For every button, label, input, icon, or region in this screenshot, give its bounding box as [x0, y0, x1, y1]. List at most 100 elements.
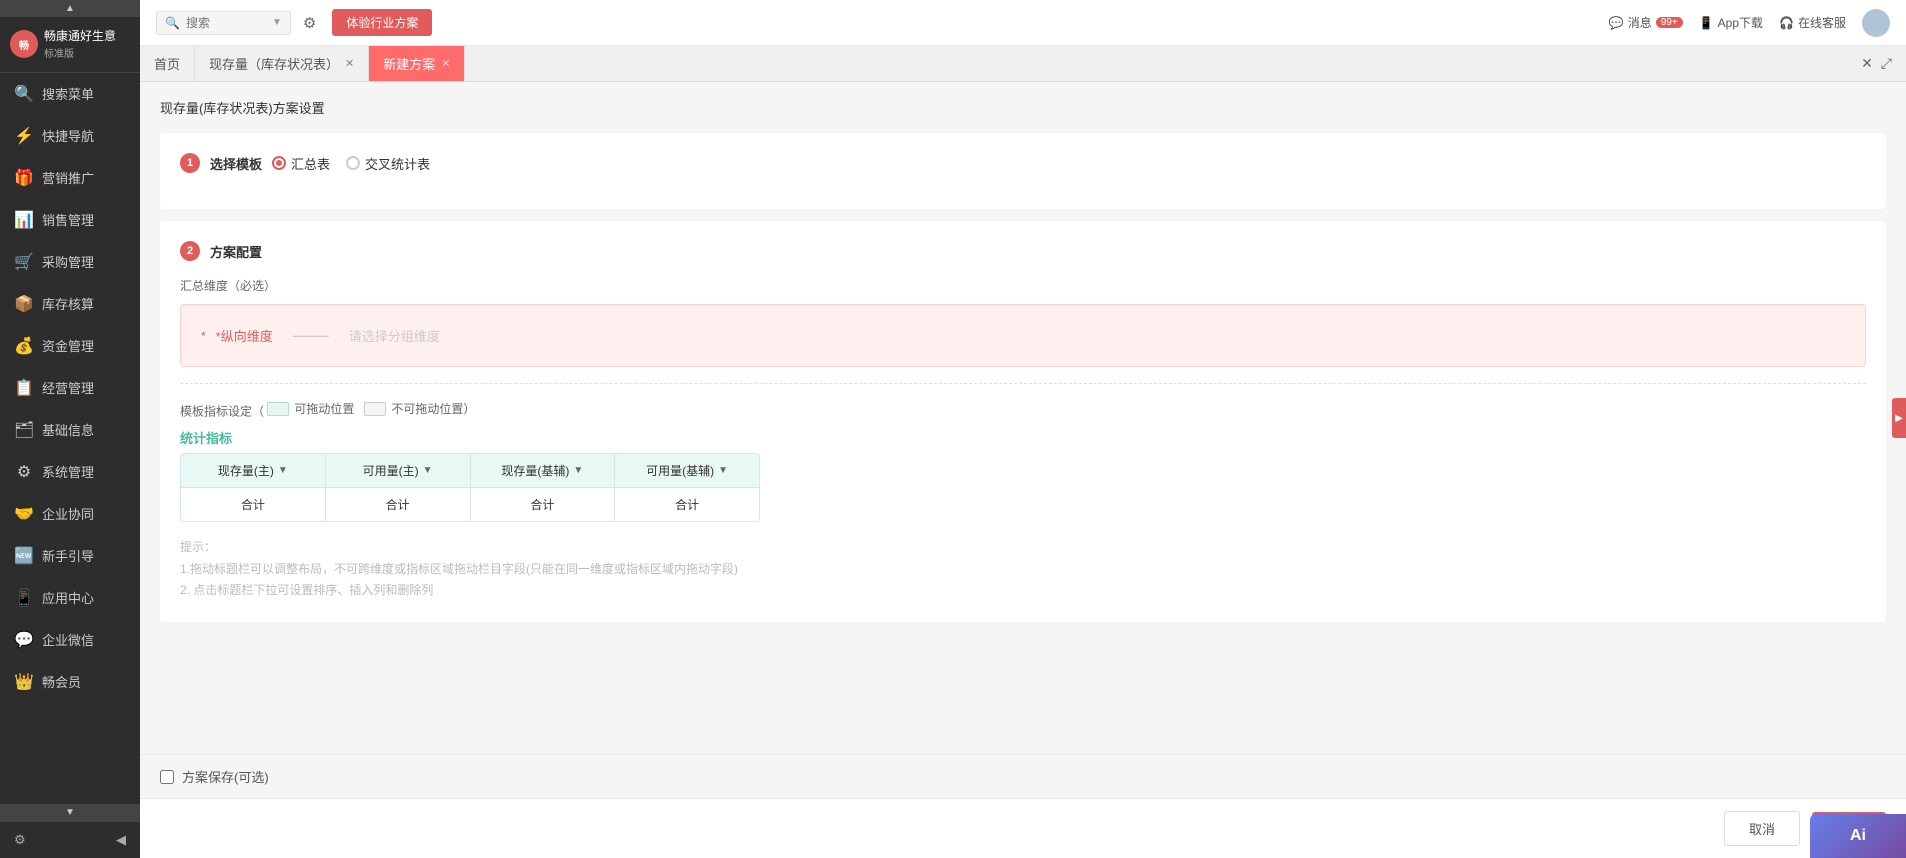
expand-window-icon[interactable]: ⤢ — [1881, 55, 1892, 72]
col3-label: 现存量(基辅) — [501, 462, 569, 479]
radio-summary[interactable]: 汇总表 — [272, 154, 330, 173]
online-service-button[interactable]: 🎧 在线客服 — [1779, 14, 1846, 31]
marketing-icon: 🎁 — [14, 168, 34, 188]
tab-inventory-status[interactable]: 现存量（库存状况表） ✕ — [195, 46, 369, 81]
stats-data-cell-1-4: 合计 — [615, 488, 759, 521]
stats-header-col2[interactable]: 可用量(主) ▼ — [326, 454, 471, 487]
sidebar-item-operations[interactable]: 📋 经营管理 — [0, 367, 140, 409]
cancel-button[interactable]: 取消 — [1724, 811, 1800, 846]
movable-box — [267, 402, 289, 416]
section2-title: 方案配置 — [210, 242, 262, 261]
main-area: 🔍 ▼ ⚙ 体验行业方案 💬 消息 99+ 📱 App下载 🎧 在线客服 — [140, 0, 1906, 858]
sidebar-item-quick-nav[interactable]: ⚡ 快捷导航 — [0, 115, 140, 157]
sidebar-scroll-up[interactable]: ▲ — [0, 0, 140, 17]
sidebar-label-search-menu: 搜索菜单 — [42, 84, 94, 103]
immovable-label: 不可拖动位置） — [391, 400, 475, 417]
message-button[interactable]: 💬 消息 99+ — [1609, 14, 1683, 31]
dimension-required-area[interactable]: * *纵向维度 —— 请选择分组维度 — [180, 304, 1866, 367]
save-label: 方案保存(可选) — [182, 767, 269, 786]
col2-dropdown-icon[interactable]: ▼ — [423, 465, 433, 476]
inventory-icon: 📦 — [14, 294, 34, 314]
save-checkbox[interactable] — [160, 770, 174, 784]
sidebar-label-inventory: 库存核算 — [42, 294, 94, 313]
gear-icon[interactable]: ⚙ — [303, 14, 316, 32]
topbar: 🔍 ▼ ⚙ 体验行业方案 💬 消息 99+ 📱 App下载 🎧 在线客服 — [140, 0, 1906, 46]
required-star: * — [201, 329, 206, 343]
finance-icon: 💰 — [14, 336, 34, 356]
sidebar-item-wechat[interactable]: 💬 企业微信 — [0, 619, 140, 661]
dim-placeholder: 请选择分组维度 — [349, 326, 440, 345]
sidebar-label-system: 系统管理 — [42, 462, 94, 481]
sidebar-label-sales: 销售管理 — [42, 210, 94, 229]
search-input[interactable] — [186, 16, 266, 30]
sidebar-item-sales[interactable]: 📊 销售管理 — [0, 199, 140, 241]
ai-float-button[interactable]: Ai — [1810, 814, 1906, 858]
sidebar-label-purchase: 采购管理 — [42, 252, 94, 271]
tab-inventory-close-icon[interactable]: ✕ — [345, 57, 354, 70]
sidebar-item-purchase[interactable]: 🛒 采购管理 — [0, 241, 140, 283]
radio-cross[interactable]: 交叉统计表 — [346, 154, 430, 173]
service-icon: 🎧 — [1779, 16, 1794, 30]
stats-header-col1[interactable]: 现存量(主) ▼ — [181, 454, 326, 487]
sidebar-item-marketing[interactable]: 🎁 营销推广 — [0, 157, 140, 199]
sidebar-item-system[interactable]: ⚙ 系统管理 — [0, 451, 140, 493]
page-title: 现存量(库存状况表)方案设置 — [160, 98, 1886, 117]
tab-new-plan-close-icon[interactable]: ✕ — [441, 57, 450, 70]
sidebar-scroll-down[interactable]: ▼ — [0, 804, 140, 821]
search-box[interactable]: 🔍 ▼ — [156, 11, 291, 35]
sidebar-item-inventory[interactable]: 📦 库存核算 — [0, 283, 140, 325]
stats-header-col4[interactable]: 可用量(基辅) ▼ — [615, 454, 759, 487]
col1-label: 现存量(主) — [218, 462, 274, 479]
sidebar-label-finance: 资金管理 — [42, 336, 94, 355]
tab-new-plan[interactable]: 新建方案 ✕ — [369, 46, 465, 81]
tab-new-plan-label: 新建方案 — [383, 54, 435, 73]
col3-dropdown-icon[interactable]: ▼ — [573, 465, 583, 476]
settings-icon[interactable]: ⚙ — [14, 832, 26, 848]
logo-icon: 畅 — [10, 30, 38, 58]
stats-data-cell-1-1: 合计 — [181, 488, 326, 521]
sidebar-item-new-guide[interactable]: 🆕 新手引导 — [0, 535, 140, 577]
movable-label: 可拖动位置 — [294, 400, 354, 417]
stats-header-col3[interactable]: 现存量(基辅) ▼ — [471, 454, 616, 487]
close-window-icon[interactable]: ✕ — [1861, 55, 1873, 72]
tab-home[interactable]: 首页 — [140, 46, 195, 81]
stats-table: 现存量(主) ▼ 可用量(主) ▼ 现存量(基辅) ▼ 可用量(基辅) ▼ — [180, 453, 760, 522]
stats-header-row: 现存量(主) ▼ 可用量(主) ▼ 现存量(基辅) ▼ 可用量(基辅) ▼ — [181, 454, 759, 487]
section2-header: 2 方案配置 — [180, 241, 1866, 261]
col4-dropdown-icon[interactable]: ▼ — [718, 465, 728, 476]
trial-button[interactable]: 体验行业方案 — [332, 9, 432, 36]
logo-title: 畅康通好生意 — [44, 29, 116, 45]
sidebar-item-app-center[interactable]: 📱 应用中心 — [0, 577, 140, 619]
col2-label: 可用量(主) — [363, 462, 419, 479]
sidebar-item-member[interactable]: 👑 畅会员 — [0, 661, 140, 703]
user-avatar[interactable] — [1862, 9, 1890, 37]
divider1 — [180, 383, 1866, 384]
app-download-button[interactable]: 📱 App下载 — [1699, 14, 1763, 31]
sales-icon: 📊 — [14, 210, 34, 230]
sidebar-label-quick-nav: 快捷导航 — [42, 126, 94, 145]
stats-data-row-1: 合计 合计 合计 合计 — [181, 487, 759, 521]
sidebar-item-basic-info[interactable]: 🗂 基础信息 — [0, 409, 140, 451]
collapse-icon[interactable]: ◀ — [116, 832, 126, 848]
sidebar-item-search-menu[interactable]: 🔍 搜索菜单 — [0, 73, 140, 115]
cooperation-icon: 🤝 — [14, 504, 34, 524]
message-label: 消息 — [1628, 14, 1652, 31]
tips-section: 提示： 1.拖动标题栏可以调整布局，不可跨维度或指标区域拖动栏目字段(只能在同一… — [180, 538, 1866, 602]
right-collapse-btn[interactable]: ▶ — [1892, 398, 1906, 438]
sidebar-label-marketing: 营销推广 — [42, 168, 94, 187]
col4-label: 可用量(基辅) — [646, 462, 714, 479]
sidebar-label-operations: 经营管理 — [42, 378, 94, 397]
sidebar-item-finance[interactable]: 💰 资金管理 — [0, 325, 140, 367]
online-service-label: 在线客服 — [1798, 14, 1846, 31]
search-dropdown-icon[interactable]: ▼ — [272, 17, 282, 28]
operations-icon: 📋 — [14, 378, 34, 398]
radio-cross-label: 交叉统计表 — [365, 154, 430, 173]
section1-title: 选择模板 — [210, 154, 262, 173]
sidebar-item-cooperation[interactable]: 🤝 企业协同 — [0, 493, 140, 535]
cell-1-4-value: 合计 — [675, 496, 699, 513]
sidebar-nav: 🔍 搜索菜单 ⚡ 快捷导航 🎁 营销推广 📊 销售管理 🛒 采购管理 📦 库存核… — [0, 73, 140, 804]
col1-dropdown-icon[interactable]: ▼ — [278, 465, 288, 476]
vertical-dim-label: *纵向维度 — [216, 326, 273, 345]
section2-panel: 2 方案配置 汇总维度（必选） * *纵向维度 —— 请选择分组维度 模板指标设… — [160, 221, 1886, 622]
stats-data-cell-1-2: 合计 — [326, 488, 471, 521]
